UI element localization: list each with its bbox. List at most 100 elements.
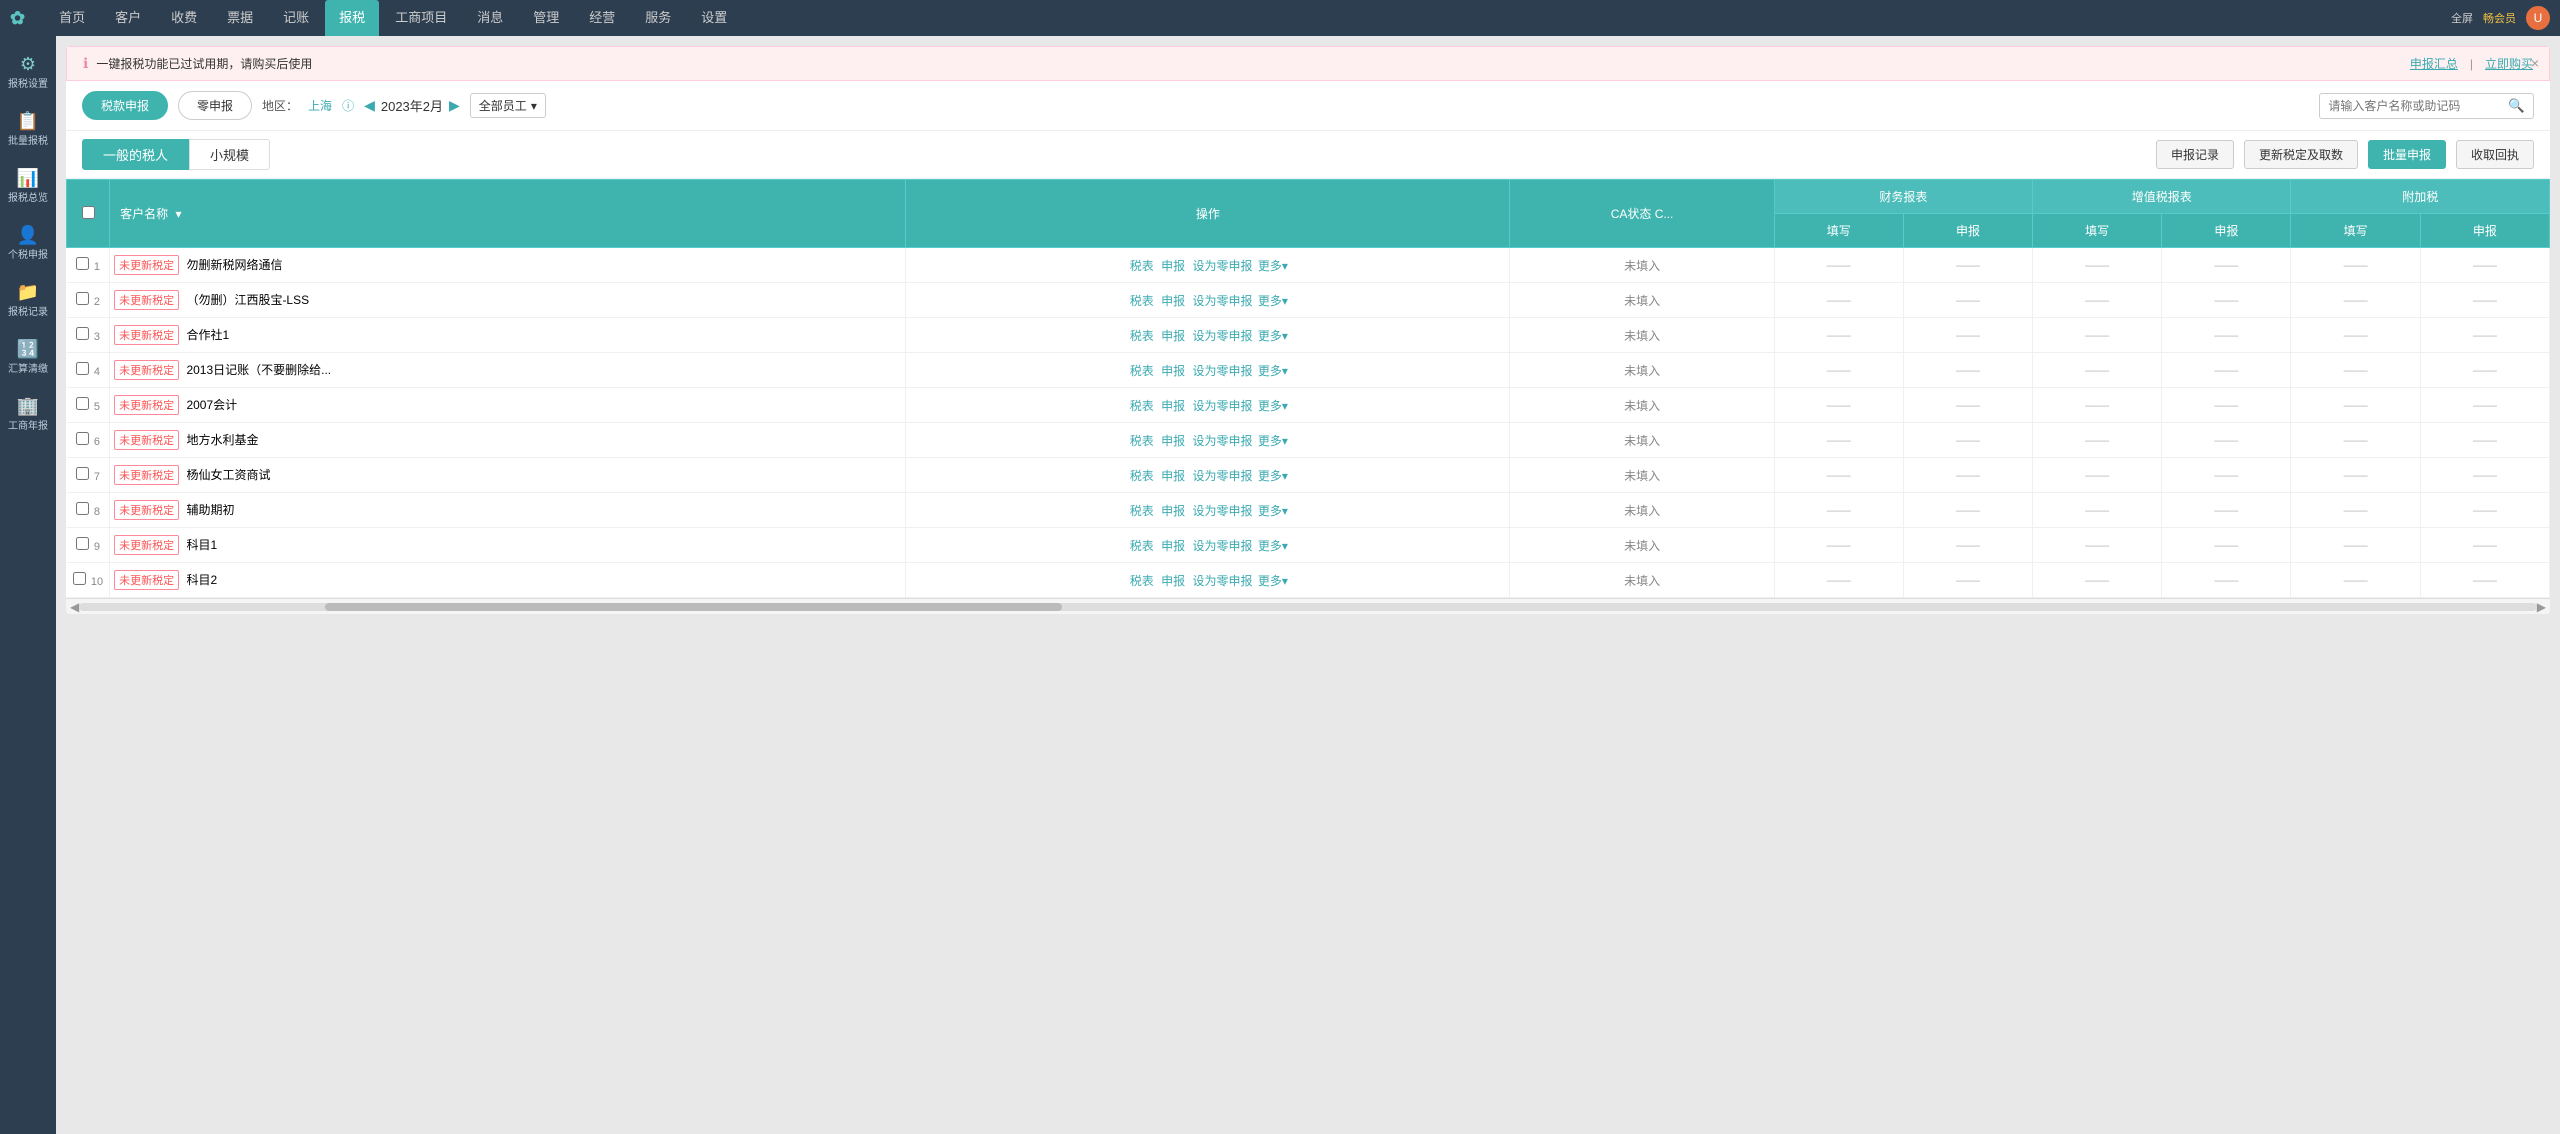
op-tax-table[interactable]: 税表 [1130,539,1154,553]
op-more[interactable]: 更多▾ [1258,399,1288,413]
row-tax-fill: —— [2033,423,2162,458]
op-tax-table[interactable]: 税表 [1130,399,1154,413]
row-checkbox[interactable] [76,432,89,445]
banner-close-btn[interactable]: × [2531,55,2539,71]
tab-small-scale[interactable]: 小规模 [189,139,270,170]
op-report[interactable]: 申报 [1161,364,1185,378]
sidebar-item-batch-tax[interactable]: 📋 批量报税 [3,103,53,156]
scroll-track[interactable] [79,603,2537,611]
row-checkbox[interactable] [76,397,89,410]
op-report[interactable]: 申报 [1161,399,1185,413]
nav-billing[interactable]: 收费 [157,0,211,36]
sidebar-item-biz-annual[interactable]: 🏢 工商年报 [3,388,53,441]
op-tax-table[interactable]: 税表 [1130,434,1154,448]
op-report[interactable]: 申报 [1161,469,1185,483]
op-report[interactable]: 申报 [1161,329,1185,343]
sidebar-item-tax-overview[interactable]: 📊 报税总览 [3,160,53,213]
op-zero-report[interactable]: 设为零申报 [1192,469,1252,483]
region-info-icon[interactable]: ⓘ [342,97,354,114]
op-report[interactable]: 申报 [1161,294,1185,308]
op-zero-report[interactable]: 设为零申报 [1192,329,1252,343]
status-tag: 未更新税定 [114,500,179,520]
tab-zero-report[interactable]: 零申报 [178,91,252,120]
op-zero-report[interactable]: 设为零申报 [1192,399,1252,413]
op-more[interactable]: 更多▾ [1258,329,1288,343]
op-more[interactable]: 更多▾ [1258,574,1288,588]
btn-retrieve[interactable]: 收取回执 [2456,140,2534,169]
op-tax-table[interactable]: 税表 [1130,259,1154,273]
sidebar-item-tax-record[interactable]: 📁 报税记录 [3,274,53,327]
tab-general-taxpayer[interactable]: 一般的税人 [82,139,189,170]
search-input[interactable] [2320,95,2500,117]
nav-manage[interactable]: 管理 [519,0,573,36]
op-zero-report[interactable]: 设为零申报 [1192,294,1252,308]
op-tax-table[interactable]: 税表 [1130,504,1154,518]
row-checkbox[interactable] [76,257,89,270]
btn-update-tax[interactable]: 更新税定及取数 [2244,140,2358,169]
fullscreen-btn[interactable]: 全屏 [2451,10,2473,26]
row-checkbox[interactable] [76,502,89,515]
op-more[interactable]: 更多▾ [1258,539,1288,553]
op-more[interactable]: 更多▾ [1258,259,1288,273]
row-checkbox[interactable] [73,572,86,585]
user-avatar[interactable]: U [2526,6,2550,30]
scroll-left-arrow[interactable]: ◀ [70,600,79,614]
row-surcharge-report: —— [2420,318,2549,353]
tab-tax-report[interactable]: 税款申报 [82,91,168,120]
op-more[interactable]: 更多▾ [1258,294,1288,308]
nav-account[interactable]: 记账 [269,0,323,36]
op-zero-report[interactable]: 设为零申报 [1192,539,1252,553]
op-more[interactable]: 更多▾ [1258,364,1288,378]
row-checkbox[interactable] [76,292,89,305]
op-zero-report[interactable]: 设为零申报 [1192,504,1252,518]
search-button[interactable]: 🔍 [2500,94,2533,118]
content-area: ℹ 一键报税功能已过试用期，请购买后使用 申报汇总 | 立即购买 × 税款申报 … [56,36,2560,1134]
op-report[interactable]: 申报 [1161,434,1185,448]
nav-biz[interactable]: 工商项目 [381,0,461,36]
row-checkbox[interactable] [76,362,89,375]
nav-tax[interactable]: 报税 [325,0,379,36]
op-report[interactable]: 申报 [1161,574,1185,588]
op-tax-table[interactable]: 税表 [1130,469,1154,483]
nav-invoice[interactable]: 票据 [213,0,267,36]
op-zero-report[interactable]: 设为零申报 [1192,259,1252,273]
staff-select[interactable]: 全部员工 ▾ [470,93,546,118]
op-more[interactable]: 更多▾ [1258,469,1288,483]
op-tax-table[interactable]: 税表 [1130,364,1154,378]
btn-report-record[interactable]: 申报记录 [2156,140,2234,169]
op-tax-table[interactable]: 税表 [1130,329,1154,343]
scroll-right-arrow[interactable]: ▶ [2537,600,2546,614]
type-tabs: 一般的税人 小规模 [82,139,270,170]
banner-link-buy[interactable]: 立即购买 [2485,55,2533,72]
row-tax-report: —— [2162,318,2291,353]
nav-msg[interactable]: 消息 [463,0,517,36]
banner-link-summary[interactable]: 申报汇总 [2410,55,2458,72]
sidebar-item-calc-clear[interactable]: 🔢 汇算清缴 [3,331,53,384]
op-report[interactable]: 申报 [1161,259,1185,273]
op-report[interactable]: 申报 [1161,539,1185,553]
row-checkbox[interactable] [76,467,89,480]
row-checkbox[interactable] [76,327,89,340]
op-more[interactable]: 更多▾ [1258,434,1288,448]
row-finance-fill: —— [1774,248,1903,283]
op-zero-report[interactable]: 设为零申报 [1192,434,1252,448]
nav-client[interactable]: 客户 [101,0,155,36]
member-btn[interactable]: 畅会员 [2483,10,2516,26]
sidebar-item-personal-tax[interactable]: 👤 个税申报 [3,217,53,270]
date-prev-btn[interactable]: ◀ [364,97,375,114]
nav-operation[interactable]: 经营 [575,0,629,36]
op-tax-table[interactable]: 税表 [1130,294,1154,308]
op-report[interactable]: 申报 [1161,504,1185,518]
row-checkbox[interactable] [76,537,89,550]
nav-settings[interactable]: 设置 [687,0,741,36]
nav-home[interactable]: 首页 [45,0,99,36]
nav-service[interactable]: 服务 [631,0,685,36]
op-more[interactable]: 更多▾ [1258,504,1288,518]
select-all-checkbox[interactable] [82,206,95,219]
op-zero-report[interactable]: 设为零申报 [1192,364,1252,378]
op-tax-table[interactable]: 税表 [1130,574,1154,588]
date-next-btn[interactable]: ▶ [449,97,460,114]
btn-batch-report[interactable]: 批量申报 [2368,140,2446,169]
sidebar-item-tax-settings[interactable]: ⚙ 报税设置 [3,46,53,99]
op-zero-report[interactable]: 设为零申报 [1192,574,1252,588]
